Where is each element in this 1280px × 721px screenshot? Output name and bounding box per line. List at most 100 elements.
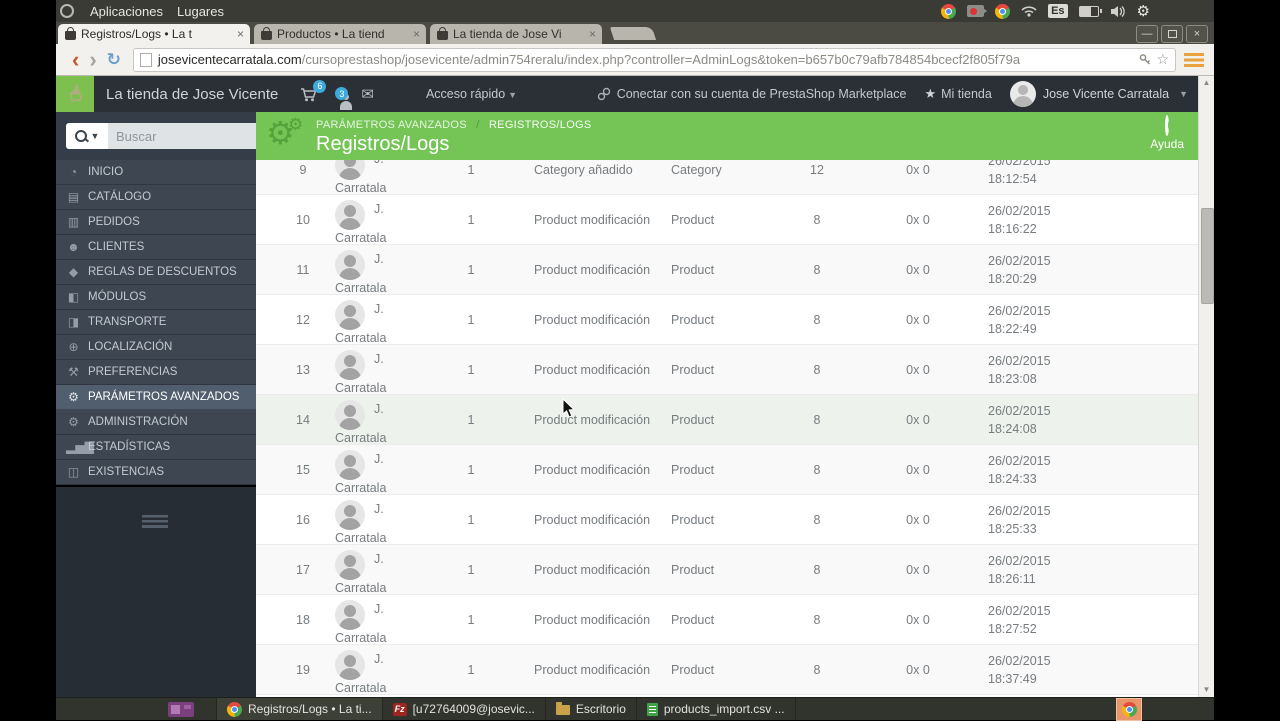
table-row[interactable]: 12 J. Carratala 1 Product modificación P… <box>256 295 1198 345</box>
sidebar-item-label: CLIENTES <box>88 241 145 253</box>
sidebar-item-pedidos[interactable]: ▥ PEDIDOS <box>56 210 256 235</box>
messages-icon[interactable]: ✉ <box>361 85 374 103</box>
object-id-cell: 8 <box>813 663 821 677</box>
volume-icon[interactable] <box>1110 5 1126 18</box>
log-id-cell: 19 <box>296 663 310 677</box>
sidebar-item-transporte[interactable]: ◨ TRANSPORTE <box>56 310 256 335</box>
object-id-cell: 8 <box>813 263 821 277</box>
sidebar-item-clientes[interactable]: ☻ CLIENTES <box>56 235 256 260</box>
scroll-down-arrow[interactable]: ▼ <box>1199 685 1214 695</box>
window-minimize-button[interactable]: — <box>1136 25 1158 43</box>
chrome-tray-icon[interactable] <box>941 3 957 19</box>
table-row[interactable]: 14 J. Carratala 1 Product modificación P… <box>256 395 1198 445</box>
logs-table: 9 J. Carratala 1 Category añadido Catego… <box>256 160 1198 697</box>
sidebar-item-localizacion[interactable]: ⊕ LOCALIZACIÓN <box>56 335 256 360</box>
table-row[interactable]: 17 J. Carratala 1 Product modificación P… <box>256 545 1198 595</box>
window-maximize-button[interactable] <box>1161 25 1183 43</box>
severity-cell: 1 <box>467 663 475 677</box>
employee-first-name: J. <box>374 652 384 666</box>
scrollbar-thumb[interactable] <box>1201 208 1214 304</box>
chrome-notification-icon[interactable] <box>1116 697 1142 721</box>
wifi-icon[interactable] <box>1021 5 1037 17</box>
message-cell: Product modificación <box>534 413 651 427</box>
sidebar-item-modulos[interactable]: ◧ MÓDULOS <box>56 285 256 310</box>
prestashop-logo[interactable]: ☝ <box>56 76 94 112</box>
log-id-cell: 16 <box>296 513 310 527</box>
table-row[interactable]: 15 J. Carratala 1 Product modificación P… <box>256 445 1198 495</box>
sidebar-item-estadisticas[interactable]: ▂▅▇ ESTADÍSTICAS <box>56 435 256 460</box>
hand-pointer-icon: ☝ <box>65 81 85 107</box>
table-row[interactable]: 9 J. Carratala 1 Category añadido Catego… <box>256 160 1198 195</box>
sidebar-search: ▼ <box>56 112 300 160</box>
new-tab-button[interactable] <box>609 27 657 40</box>
forward-button[interactable]: › <box>89 48 96 70</box>
table-row[interactable]: 18 J. Carratala 1 Product modificación P… <box>256 595 1198 645</box>
user-menu[interactable]: Jose Vicente Carratala ▼ <box>1009 81 1188 107</box>
sidebar-item-preferencias[interactable]: ⚒ PREFERENCIAS <box>56 360 256 385</box>
carts-icon[interactable]: 6 <box>300 79 327 102</box>
key-icon[interactable] <box>1139 53 1152 66</box>
battery-icon[interactable] <box>1078 5 1102 17</box>
window-close-button[interactable]: × <box>1186 25 1208 43</box>
marketplace-link[interactable]: Conectar con su cuenta de PrestaShop Mar… <box>597 87 906 101</box>
employee-first-name: J. <box>374 552 384 566</box>
log-id-cell: 14 <box>296 413 310 427</box>
breadcrumb-parent[interactable]: PARÁMETROS AVANZADOS <box>316 119 467 131</box>
taskbar-item[interactable]: Escritorio <box>546 698 637 720</box>
error-code-cell: 0x 0 <box>906 163 930 177</box>
table-row[interactable]: 13 J. Carratala 1 Product modificación P… <box>256 345 1198 395</box>
taskbar-item[interactable]: Registros/Logs • La ti... <box>216 698 383 720</box>
collapse-menu-icon[interactable] <box>142 515 168 528</box>
sidebar-item-icon: ⊕ <box>68 340 79 354</box>
table-row[interactable]: 16 J. Carratala 1 Product modificación P… <box>256 495 1198 545</box>
browser-scrollbar[interactable]: ▲ ▼ <box>1198 76 1214 697</box>
browser-menu-icon[interactable] <box>1184 52 1204 67</box>
workspace-switcher-icon[interactable] <box>168 701 194 717</box>
shop-name[interactable]: La tienda de Jose Vicente <box>106 86 278 103</box>
screen-recorder-icon[interactable] <box>967 5 988 17</box>
severity-cell: 1 <box>467 263 475 277</box>
sidebar-item-icon: ◫ <box>67 465 80 479</box>
table-row[interactable]: 10 J. Carratala 1 Product modificación P… <box>256 195 1198 245</box>
message-cell: Product modificación <box>534 463 651 477</box>
menubar-places[interactable]: Lugares <box>177 4 224 19</box>
tab-close-icon[interactable]: × <box>589 28 596 40</box>
menubar-applications[interactable]: Aplicaciones <box>90 4 163 19</box>
employee-last-name: Carratala <box>335 231 387 245</box>
reload-button[interactable]: ↻ <box>107 50 121 69</box>
sidebar-item-parametros-avanzados[interactable]: ⚙ PARÁMETROS AVANZADOS <box>56 385 256 410</box>
taskbar-item-label: Escritorio <box>575 702 626 716</box>
taskbar-item[interactable]: Fz [u72764009@josevic... <box>383 698 546 720</box>
search-scope-button[interactable]: ▼ <box>66 123 108 149</box>
quick-access-menu[interactable]: Acceso rápido ▼ <box>426 87 517 101</box>
table-row[interactable]: 19 J. Carratala 1 Product modificación P… <box>256 645 1198 695</box>
sidebar-item-reglas-de-descuentos[interactable]: ◆ REGLAS DE DESCUENTOS <box>56 260 256 285</box>
tab-registros-logs[interactable]: Registros/Logs • La t × <box>58 24 250 44</box>
tab-la-tienda[interactable]: La tienda de Jose Vi × <box>430 24 602 44</box>
tab-productos[interactable]: Productos • La tiend × <box>254 24 426 44</box>
employee-avatar <box>335 650 365 680</box>
taskbar-item[interactable]: products_import.csv ... <box>637 698 796 720</box>
scroll-up-arrow[interactable]: ▲ <box>1199 78 1214 88</box>
severity-cell: 1 <box>467 163 475 177</box>
tab-close-icon[interactable]: × <box>237 28 244 40</box>
sidebar-item-catalogo[interactable]: ▤ CATÁLOGO <box>56 185 256 210</box>
object-type-cell: Product <box>671 263 715 277</box>
tab-close-icon[interactable]: × <box>413 28 420 40</box>
bookmark-star-icon[interactable]: ☆ <box>1156 51 1169 68</box>
chrome-tray-icon[interactable] <box>995 3 1011 19</box>
keyboard-layout-indicator[interactable]: Es <box>1048 4 1068 18</box>
error-code-cell: 0x 0 <box>906 513 930 527</box>
my-shop-link[interactable]: ★ Mi tienda <box>924 86 991 102</box>
sidebar-item-administracion[interactable]: ⚙ ADMINISTRACIÓN <box>56 410 256 435</box>
sidebar-item-inicio[interactable]: ◔ INICIO <box>56 160 256 185</box>
sidebar-item-existencias[interactable]: ◫ EXISTENCIAS <box>56 460 256 485</box>
severity-cell: 1 <box>467 363 475 377</box>
session-gear-icon[interactable]: ⚙ <box>1137 4 1150 19</box>
table-row[interactable]: 11 J. Carratala 1 Product modificación P… <box>256 245 1198 295</box>
back-button[interactable]: ‹ <box>72 48 79 70</box>
taskbar: Registros/Logs • La ti... Fz [u72764009@… <box>56 697 1214 721</box>
employee-cell: J. Carratala <box>326 545 456 595</box>
url-bar[interactable]: josevicentecarratala.com /cursoprestasho… <box>132 47 1176 72</box>
help-button[interactable]: Ayuda <box>1150 115 1184 151</box>
